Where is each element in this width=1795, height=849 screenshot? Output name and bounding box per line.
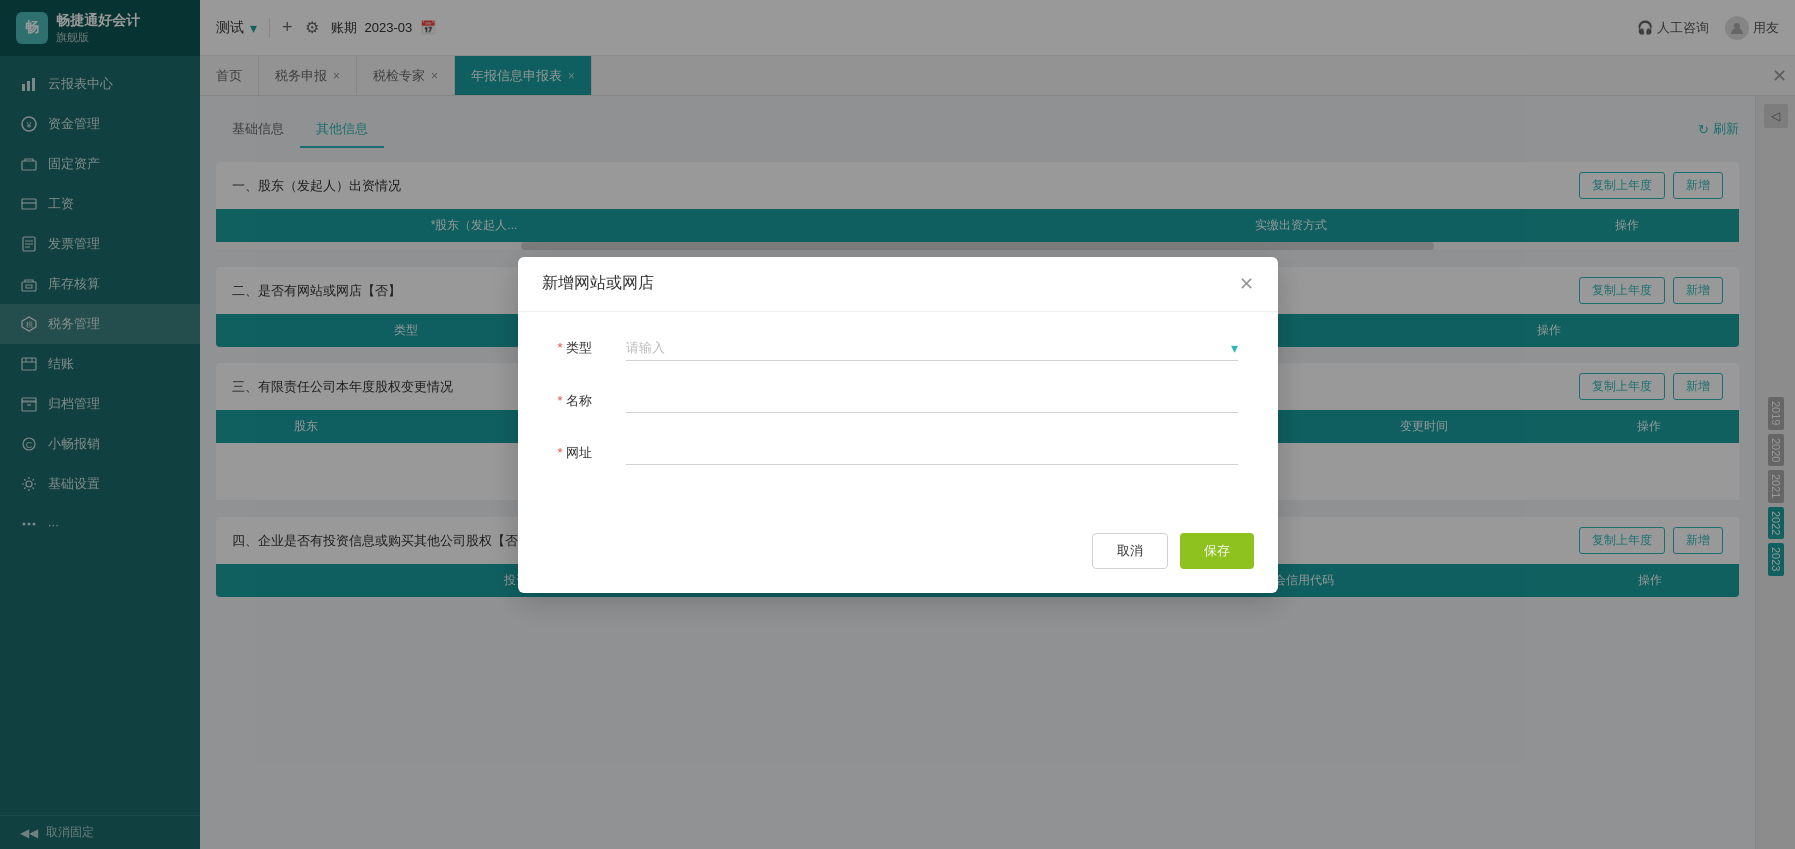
field-type-input-wrap: ▾ [626,336,1238,361]
form-row-type: * 类型 ▾ [558,336,1238,361]
field-type-input[interactable] [626,340,1231,355]
add-website-modal: 新增网站或网店 ✕ * 类型 ▾ * 名称 [518,257,1278,593]
modal-overlay: 新增网站或网店 ✕ * 类型 ▾ * 名称 [0,0,1795,849]
field-name-label: * 名称 [558,392,618,410]
modal-footer: 取消 保存 [518,517,1278,593]
field-url-input[interactable] [626,445,1238,460]
field-name-input[interactable] [626,393,1238,408]
field-url-input-wrap [626,441,1238,465]
chevron-down-icon[interactable]: ▾ [1231,340,1238,356]
modal-close-button[interactable]: ✕ [1239,273,1254,295]
save-button[interactable]: 保存 [1180,533,1254,569]
modal-header: 新增网站或网店 ✕ [518,257,1278,312]
field-url-label: * 网址 [558,444,618,462]
modal-title: 新增网站或网店 [542,273,654,294]
form-row-name: * 名称 [558,389,1238,413]
field-type-label: * 类型 [558,339,618,357]
modal-body: * 类型 ▾ * 名称 * [518,312,1278,517]
field-name-input-wrap [626,389,1238,413]
cancel-button[interactable]: 取消 [1092,533,1168,569]
form-row-url: * 网址 [558,441,1238,465]
